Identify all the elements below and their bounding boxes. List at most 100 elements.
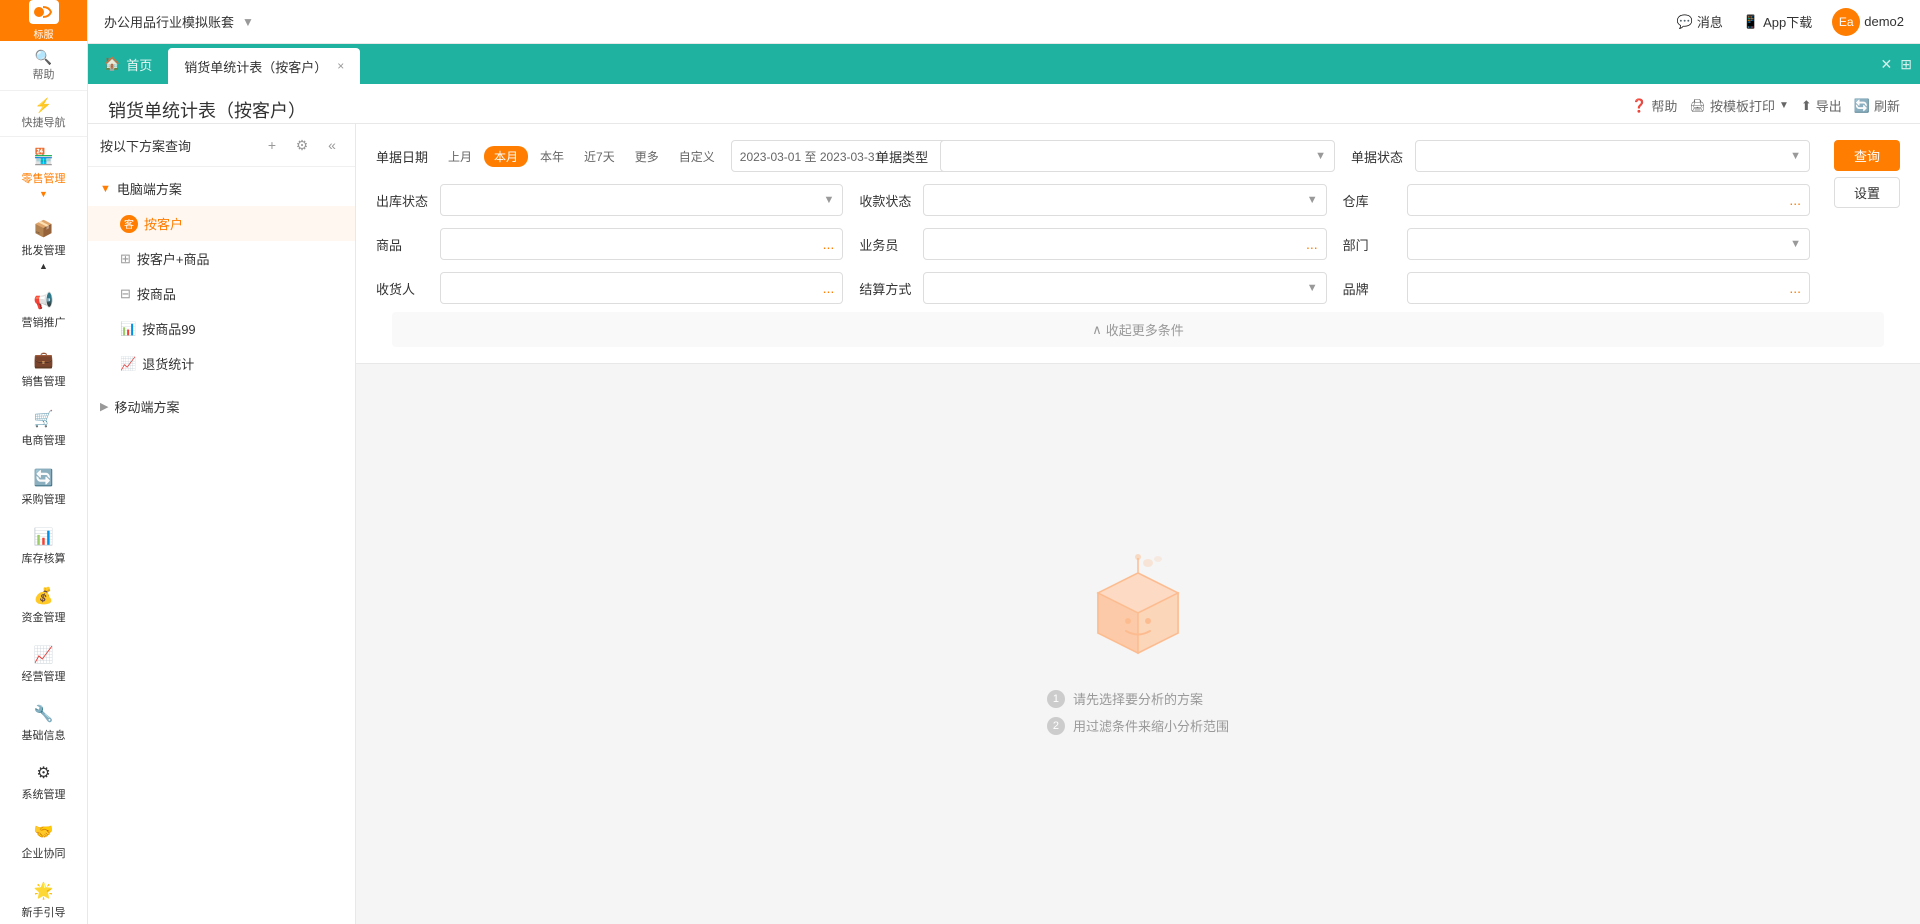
topbar-appdownload-btn[interactable]: 📱 App下载 <box>1743 12 1812 31</box>
dept-filter-item: 部门 ▼ <box>1343 228 1810 260</box>
settings-btn[interactable]: 设置 <box>1834 177 1900 208</box>
topbar-username: demo2 <box>1864 14 1904 29</box>
logo-icon <box>29 0 59 24</box>
sidebar-quicknav[interactable]: ⚡ 快捷导航 <box>0 91 87 137</box>
tree-parent-mobile-label: 移动端方案 <box>114 397 179 416</box>
page-header: 销货单统计表（按客户） ❓ 帮助 🖨 按模板打印 ▼ ⬆ 导出 🔄 刷新 <box>88 84 1920 124</box>
date-this-month-btn[interactable]: 本月 <box>484 146 528 167</box>
tree-parent-desktop[interactable]: ▼ 电脑端方案 <box>88 171 355 206</box>
tree-child-goods99[interactable]: 📊 按商品99 <box>88 311 355 346</box>
sidebar-item-purchase-label: 采购管理 <box>22 491 66 507</box>
collapse-panel-btn[interactable]: « <box>321 134 343 156</box>
sidebar-item-ecommerce[interactable]: 🛒 电商管理 <box>0 399 87 458</box>
empty-tips: 1 请先选择要分析的方案 2 用过滤条件来缩小分析范围 <box>1047 689 1229 735</box>
refresh-btn[interactable]: 🔄 刷新 <box>1854 96 1900 115</box>
finance-icon: 💰 <box>34 586 54 606</box>
tree-section-desktop: ▼ 电脑端方案 客 按客户 ⊞ 按客户+商品 ⊟ 按商品 <box>88 167 355 385</box>
basic-icon: 🔧 <box>34 704 54 724</box>
tree-child-by-customer[interactable]: 客 按客户 <box>88 206 355 241</box>
pay-status-filter-item: 收款状态 ▼ <box>859 184 1326 216</box>
main-content: 办公用品行业模拟账套 ▼ 💬 消息 📱 App下载 Ea demo2 🏠 首页 <box>88 0 1920 924</box>
page-area: 销货单统计表（按客户） ❓ 帮助 🖨 按模板打印 ▼ ⬆ 导出 🔄 刷新 <box>88 84 1920 924</box>
help-btn[interactable]: ❓ 帮助 <box>1631 96 1677 115</box>
bar-icon-2: 📈 <box>120 356 136 372</box>
date-7days-btn[interactable]: 近7天 <box>576 144 623 169</box>
filter-row-3: 商品 ... 业务员 <box>376 228 1810 260</box>
dept-select[interactable]: ▼ <box>1407 228 1810 260</box>
sidebar-item-sales[interactable]: 💼 销售管理 <box>0 340 87 399</box>
filter-row-4: 收货人 ... 结算方式 <box>376 272 1810 304</box>
tabbar-expand-btn[interactable]: ⊞ <box>1900 56 1912 73</box>
tree-child-by-goods[interactable]: ⊟ 按商品 <box>88 276 355 311</box>
sidebar-item-inventory[interactable]: 📊 库存核算 <box>0 517 87 576</box>
settlement-select[interactable]: ▼ <box>923 272 1326 304</box>
tip-num-2: 2 <box>1047 717 1065 735</box>
tree-child-returns[interactable]: 📈 退货统计 <box>88 346 355 381</box>
tree-child-customer-goods[interactable]: ⊞ 按客户+商品 <box>88 241 355 276</box>
tabbar-close-btn[interactable]: ✕ <box>1881 56 1893 73</box>
query-btn[interactable]: 查询 <box>1834 140 1900 171</box>
filter-row-1: 单据日期 上月 本月 本年 近7天 更多 自定义 <box>376 140 1810 172</box>
warehouse-filter-item: 仓库 ... <box>1343 184 1810 216</box>
marketing-icon: 📢 <box>34 291 54 311</box>
tree-arrow-icon: ▼ <box>100 183 111 195</box>
sidebar-item-marketing[interactable]: 📢 营销推广 <box>0 281 87 340</box>
sidebar-item-operations[interactable]: 📈 经营管理 <box>0 635 87 694</box>
add-scheme-btn[interactable]: + <box>261 134 283 156</box>
receiver-dots-icon[interactable]: ... <box>823 280 835 296</box>
tabbar-spacer <box>360 44 1880 84</box>
date-more-btn[interactable]: 更多 <box>627 144 667 169</box>
pay-status-select[interactable]: ▼ <box>923 184 1326 216</box>
sidebar-item-basic[interactable]: 🔧 基础信息 <box>0 694 87 753</box>
out-status-select[interactable]: ▼ <box>440 184 843 216</box>
sales-dots-icon[interactable]: ... <box>1306 236 1318 252</box>
bill-type-label: 单据类型 <box>876 147 932 166</box>
refresh-icon: 🔄 <box>1854 98 1870 114</box>
settings-scheme-btn[interactable]: ⚙ <box>291 134 313 156</box>
left-panel-title: 按以下方案查询 <box>100 136 253 155</box>
ecommerce-icon: 🛒 <box>34 409 54 429</box>
sidebar-item-system[interactable]: ⚙ 系统管理 <box>0 753 87 812</box>
tab-home[interactable]: 🏠 首页 <box>88 44 168 84</box>
sidebar-item-purchase[interactable]: 🔄 采购管理 <box>0 458 87 517</box>
template-print-label: 按模板打印 <box>1710 96 1775 115</box>
date-custom-btn[interactable]: 自定义 <box>671 144 723 169</box>
tree-parent-mobile[interactable]: ▶ 移动端方案 <box>88 389 355 424</box>
goods-label: 商品 <box>376 235 432 254</box>
bill-status-select[interactable]: ▼ <box>1415 140 1810 172</box>
bill-type-select[interactable]: ▼ <box>940 140 1335 172</box>
sidebar-item-wholesale[interactable]: 📦 批发管理 ▲ <box>0 209 87 281</box>
sales-input[interactable]: ... <box>923 228 1326 260</box>
print-arrow-icon: ▼ <box>1779 100 1789 111</box>
goods-dots-icon[interactable]: ... <box>823 236 835 252</box>
warehouse-dots-icon[interactable]: ... <box>1789 192 1801 208</box>
sidebar-item-retail[interactable]: 🏪 零售管理 ▼ <box>0 137 87 209</box>
tab-sales-stats[interactable]: 销货单统计表（按客户） × <box>168 48 360 84</box>
topbar-user-area[interactable]: Ea demo2 <box>1832 8 1904 36</box>
pay-status-label: 收款状态 <box>859 191 915 210</box>
export-btn[interactable]: ⬆ 导出 <box>1801 96 1842 115</box>
date-last-month-btn[interactable]: 上月 <box>440 144 480 169</box>
brand-dots-icon[interactable]: ... <box>1789 280 1801 296</box>
sidebar-item-enterprise[interactable]: 🤝 企业协同 <box>0 812 87 871</box>
help-label: 帮助 <box>1651 96 1677 115</box>
template-print-btn[interactable]: 🖨 按模板打印 ▼ <box>1689 96 1788 115</box>
sidebar-item-newuser[interactable]: 🌟 新手引导 <box>0 871 87 924</box>
topbar-message-btn[interactable]: 💬 消息 <box>1677 12 1723 31</box>
filter-form-area: 单据日期 上月 本月 本年 近7天 更多 自定义 <box>376 140 1810 304</box>
tab-close-icon[interactable]: × <box>337 59 344 73</box>
print-icon: 🖨 <box>1689 98 1706 114</box>
sidebar-item-finance[interactable]: 💰 资金管理 <box>0 576 87 635</box>
retail-icon: 🏪 <box>34 147 54 167</box>
sidebar-search-item[interactable]: 🔍 帮助 <box>0 41 87 91</box>
brand-input[interactable]: ... <box>1407 272 1810 304</box>
sidebar-item-operations-label: 经营管理 <box>22 668 66 684</box>
receiver-input[interactable]: ... <box>440 272 843 304</box>
goods-input[interactable]: ... <box>440 228 843 260</box>
warehouse-input[interactable]: ... <box>1407 184 1810 216</box>
collapse-more-btn[interactable]: ∧ 收起更多条件 <box>392 312 1884 347</box>
purchase-icon: 🔄 <box>34 468 54 488</box>
appdownload-icon: 📱 <box>1743 14 1759 30</box>
topbar-dropdown-icon[interactable]: ▼ <box>242 15 254 29</box>
date-this-year-btn[interactable]: 本年 <box>532 144 572 169</box>
